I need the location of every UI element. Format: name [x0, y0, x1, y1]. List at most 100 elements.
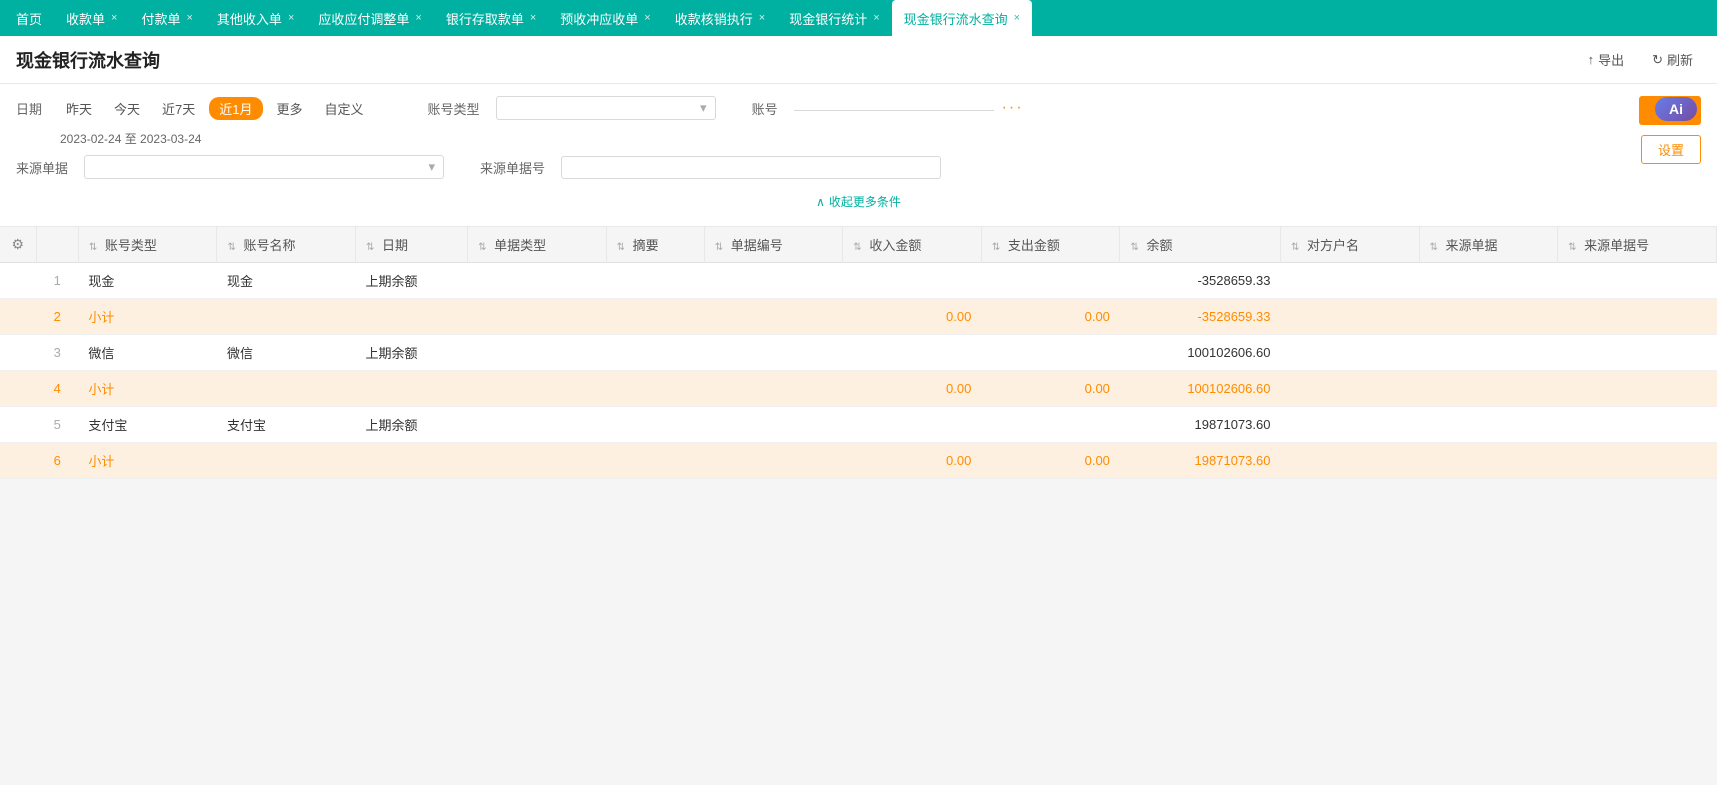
- ai-badge[interactable]: Ai: [1655, 97, 1697, 121]
- export-button[interactable]: ↑ 导出: [1580, 46, 1633, 73]
- close-icon[interactable]: ×: [186, 12, 192, 24]
- source-doc-num-input[interactable]: [561, 156, 941, 179]
- row-expense: [981, 407, 1120, 443]
- table-row[interactable]: 3微信微信上期余额100102606.60: [0, 335, 1717, 371]
- date-opt-7days[interactable]: 近7天: [154, 97, 203, 120]
- row-account-type: 支付宝: [78, 407, 217, 443]
- col-doc-type[interactable]: ⇅ 单据类型: [468, 227, 607, 263]
- gear-icon[interactable]: ⚙: [11, 236, 24, 252]
- col-date[interactable]: ⇅ 日期: [356, 227, 468, 263]
- filter-main: 日期 昨天 今天 近7天 近1月 更多 自定义 账号类型 ▾ 账号: [16, 96, 1701, 189]
- row-balance: 100102606.60: [1120, 371, 1281, 407]
- row-source-doc-num: [1558, 263, 1717, 299]
- row-account-name: 微信: [217, 335, 356, 371]
- nav-payments[interactable]: 付款单 ×: [129, 0, 204, 36]
- row-account-name: 支付宝: [217, 407, 356, 443]
- row-doc-type: [468, 299, 607, 335]
- row-income: [843, 335, 982, 371]
- row-account-name: [217, 371, 356, 407]
- col-source-doc[interactable]: ⇅ 来源单据: [1419, 227, 1558, 263]
- close-icon[interactable]: ×: [530, 12, 536, 24]
- close-icon[interactable]: ×: [415, 12, 421, 24]
- row-account-type: 小计: [78, 443, 217, 479]
- row-summary: [606, 335, 704, 371]
- date-range-text: 2023-02-24 至 2023-03-24: [60, 132, 201, 146]
- close-icon[interactable]: ×: [873, 12, 879, 24]
- nav-adjustment[interactable]: 应收应付调整单 ×: [306, 0, 433, 36]
- nav-receipts[interactable]: 收款单 ×: [54, 0, 129, 36]
- row-account-name: [217, 299, 356, 335]
- col-account-name[interactable]: ⇅ 账号名称: [217, 227, 356, 263]
- row-number: 5: [36, 407, 78, 443]
- row-settings: [0, 299, 36, 335]
- col-balance[interactable]: ⇅ 余额: [1120, 227, 1281, 263]
- nav-bank-deposit[interactable]: 银行存取款单 ×: [434, 0, 548, 36]
- nav-collection[interactable]: 收款核销执行 ×: [663, 0, 777, 36]
- row-balance: 19871073.60: [1120, 443, 1281, 479]
- nav-advance[interactable]: 预收冲应收单 ×: [548, 0, 662, 36]
- account-input[interactable]: [794, 106, 994, 111]
- row-account-type: 现金: [78, 263, 217, 299]
- chevron-down-icon: ▾: [700, 100, 707, 116]
- row-income: [843, 263, 982, 299]
- row-summary: [606, 407, 704, 443]
- nav-cash-flow[interactable]: 现金银行流水查询 ×: [892, 0, 1032, 36]
- date-options: 昨天 今天 近7天 近1月 更多 自定义: [58, 97, 372, 120]
- source-doc-label: 来源单据: [16, 158, 68, 177]
- row-doc-type: [468, 407, 607, 443]
- filter-row-2: 来源单据 ▾ 来源单据号: [16, 155, 1619, 179]
- row-expense: 0.00: [981, 299, 1120, 335]
- table-row[interactable]: 2小计0.000.00-3528659.33: [0, 299, 1717, 335]
- date-opt-custom[interactable]: 自定义: [317, 97, 372, 120]
- table-row[interactable]: 6小计0.000.0019871073.60: [0, 443, 1717, 479]
- close-icon[interactable]: ×: [1014, 12, 1020, 24]
- close-icon[interactable]: ×: [759, 12, 765, 24]
- nav-other-income[interactable]: 其他收入单 ×: [205, 0, 306, 36]
- top-navigation: 首页 收款单 × 付款单 × 其他收入单 × 应收应付调整单 × 银行存取款单 …: [0, 0, 1717, 36]
- collapse-bar[interactable]: ∧ 收起更多条件: [16, 189, 1701, 214]
- row-source-doc: [1419, 407, 1558, 443]
- col-income[interactable]: ⇅ 收入金额: [843, 227, 982, 263]
- date-opt-more[interactable]: 更多: [269, 97, 311, 120]
- nav-cash-stats[interactable]: 现金银行统计 ×: [777, 0, 891, 36]
- page-title: 现金银行流水查询: [16, 47, 160, 73]
- col-doc-num[interactable]: ⇅ 单据编号: [704, 227, 843, 263]
- col-counterpart[interactable]: ⇅ 对方户名: [1280, 227, 1419, 263]
- col-source-doc-num[interactable]: ⇅ 来源单据号: [1558, 227, 1717, 263]
- col-account-type[interactable]: ⇅ 账号类型: [78, 227, 217, 263]
- table-row[interactable]: 5支付宝支付宝上期余额19871073.60: [0, 407, 1717, 443]
- date-opt-1month[interactable]: 近1月: [209, 97, 262, 120]
- row-balance: -3528659.33: [1120, 299, 1281, 335]
- col-settings: ⚙: [0, 227, 36, 263]
- account-row: ···: [794, 99, 1024, 117]
- close-icon[interactable]: ×: [111, 12, 117, 24]
- row-account-type: 小计: [78, 371, 217, 407]
- close-icon[interactable]: ×: [644, 12, 650, 24]
- source-doc-select[interactable]: ▾: [84, 155, 444, 179]
- refresh-button[interactable]: ↻ 刷新: [1644, 46, 1701, 73]
- filter-area: 日期 昨天 今天 近7天 近1月 更多 自定义 账号类型 ▾ 账号: [0, 84, 1717, 227]
- account-type-select[interactable]: ▾: [496, 96, 716, 120]
- row-source-doc-num: [1558, 335, 1717, 371]
- col-expense[interactable]: ⇅ 支出金额: [981, 227, 1120, 263]
- table-header-row: ⚙ ⇅ 账号类型 ⇅ 账号名称 ⇅ 日期 ⇅ 单据类型: [0, 227, 1717, 263]
- row-number: 6: [36, 443, 78, 479]
- row-settings: [0, 407, 36, 443]
- table-body: 1现金现金上期余额-3528659.332小计0.000.00-3528659.…: [0, 263, 1717, 479]
- row-settings: [0, 443, 36, 479]
- settings-button[interactable]: 设置: [1641, 135, 1701, 164]
- row-number: 4: [36, 371, 78, 407]
- row-doc-type: [468, 371, 607, 407]
- close-icon[interactable]: ×: [288, 12, 294, 24]
- row-income: 0.00: [843, 371, 982, 407]
- row-date: 上期余额: [356, 407, 468, 443]
- date-opt-today[interactable]: 今天: [106, 97, 148, 120]
- account-ellipsis-button[interactable]: ···: [1002, 99, 1024, 117]
- date-opt-yesterday[interactable]: 昨天: [58, 97, 100, 120]
- row-counterpart: [1280, 371, 1419, 407]
- table-row[interactable]: 4小计0.000.00100102606.60: [0, 371, 1717, 407]
- row-income: 0.00: [843, 299, 982, 335]
- table-row[interactable]: 1现金现金上期余额-3528659.33: [0, 263, 1717, 299]
- col-summary[interactable]: ⇅ 摘要: [606, 227, 704, 263]
- nav-home[interactable]: 首页: [4, 0, 54, 36]
